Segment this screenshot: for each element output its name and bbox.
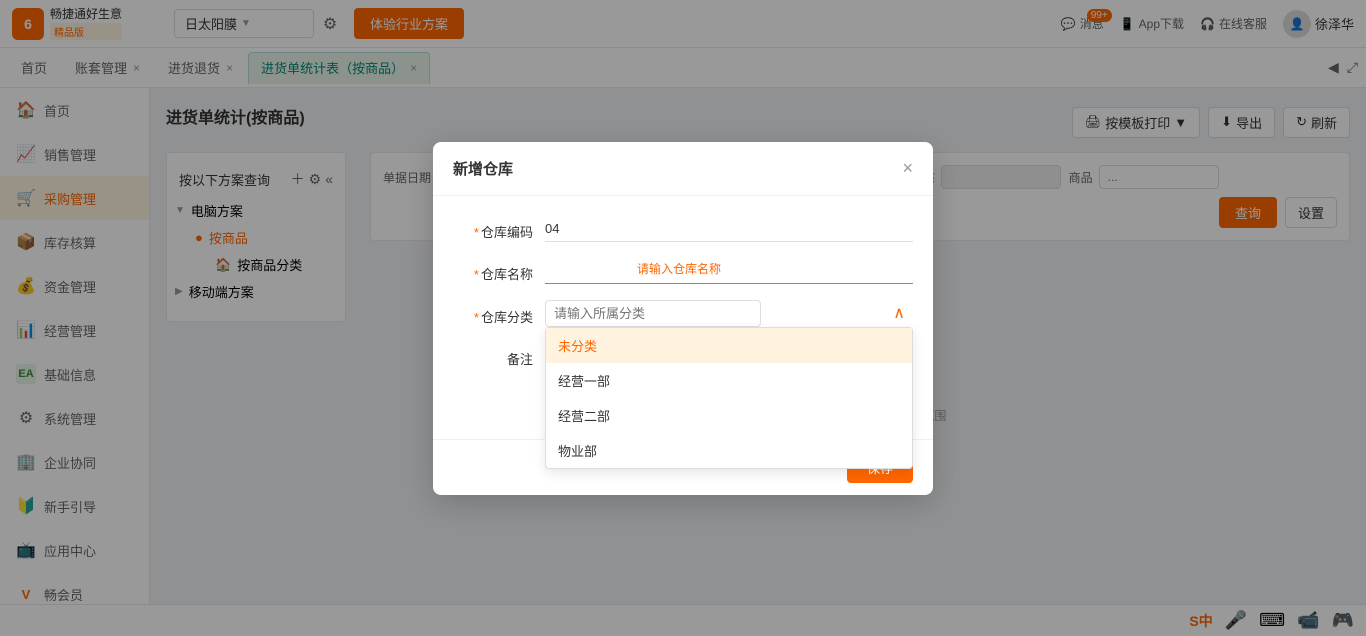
new-warehouse-dialog: 新增仓库 × *仓库编码 *仓库名称 请输入仓库名称 (433, 142, 933, 495)
dialog-close-button[interactable]: × (902, 158, 913, 179)
dropdown-item-uncategorized[interactable]: 未分类 (546, 328, 912, 363)
warehouse-code-row: *仓库编码 (453, 216, 913, 242)
warehouse-name-label: *仓库名称 (453, 258, 533, 283)
warehouse-category-row: *仓库分类 ∧ 未分类 经营一部 经营二部 物业部 (453, 300, 913, 327)
warehouse-category-input[interactable] (545, 300, 761, 327)
remark-label: 备注 (453, 343, 533, 368)
dropdown-item-dept3[interactable]: 物业部 (546, 433, 912, 468)
dropdown-item-dept1[interactable]: 经营一部 (546, 363, 912, 398)
warehouse-name-error: 请输入仓库名称 (637, 260, 721, 277)
warehouse-name-row: *仓库名称 请输入仓库名称 (453, 258, 913, 284)
category-arrow-icon: ∧ (893, 303, 905, 323)
warehouse-code-label: *仓库编码 (453, 216, 533, 241)
warehouse-code-input[interactable] (545, 216, 913, 242)
dialog-title: 新增仓库 (453, 158, 513, 179)
category-dropdown: 未分类 经营一部 经营二部 物业部 (545, 327, 913, 469)
dialog-overlay: 新增仓库 × *仓库编码 *仓库名称 请输入仓库名称 (0, 0, 1366, 636)
dialog-header: 新增仓库 × (433, 142, 933, 196)
warehouse-name-input[interactable] (545, 258, 913, 284)
warehouse-category-label: *仓库分类 (453, 301, 533, 326)
dropdown-item-dept2[interactable]: 经营二部 (546, 398, 912, 433)
dialog-body: *仓库编码 *仓库名称 请输入仓库名称 *仓库分类 (433, 196, 933, 439)
